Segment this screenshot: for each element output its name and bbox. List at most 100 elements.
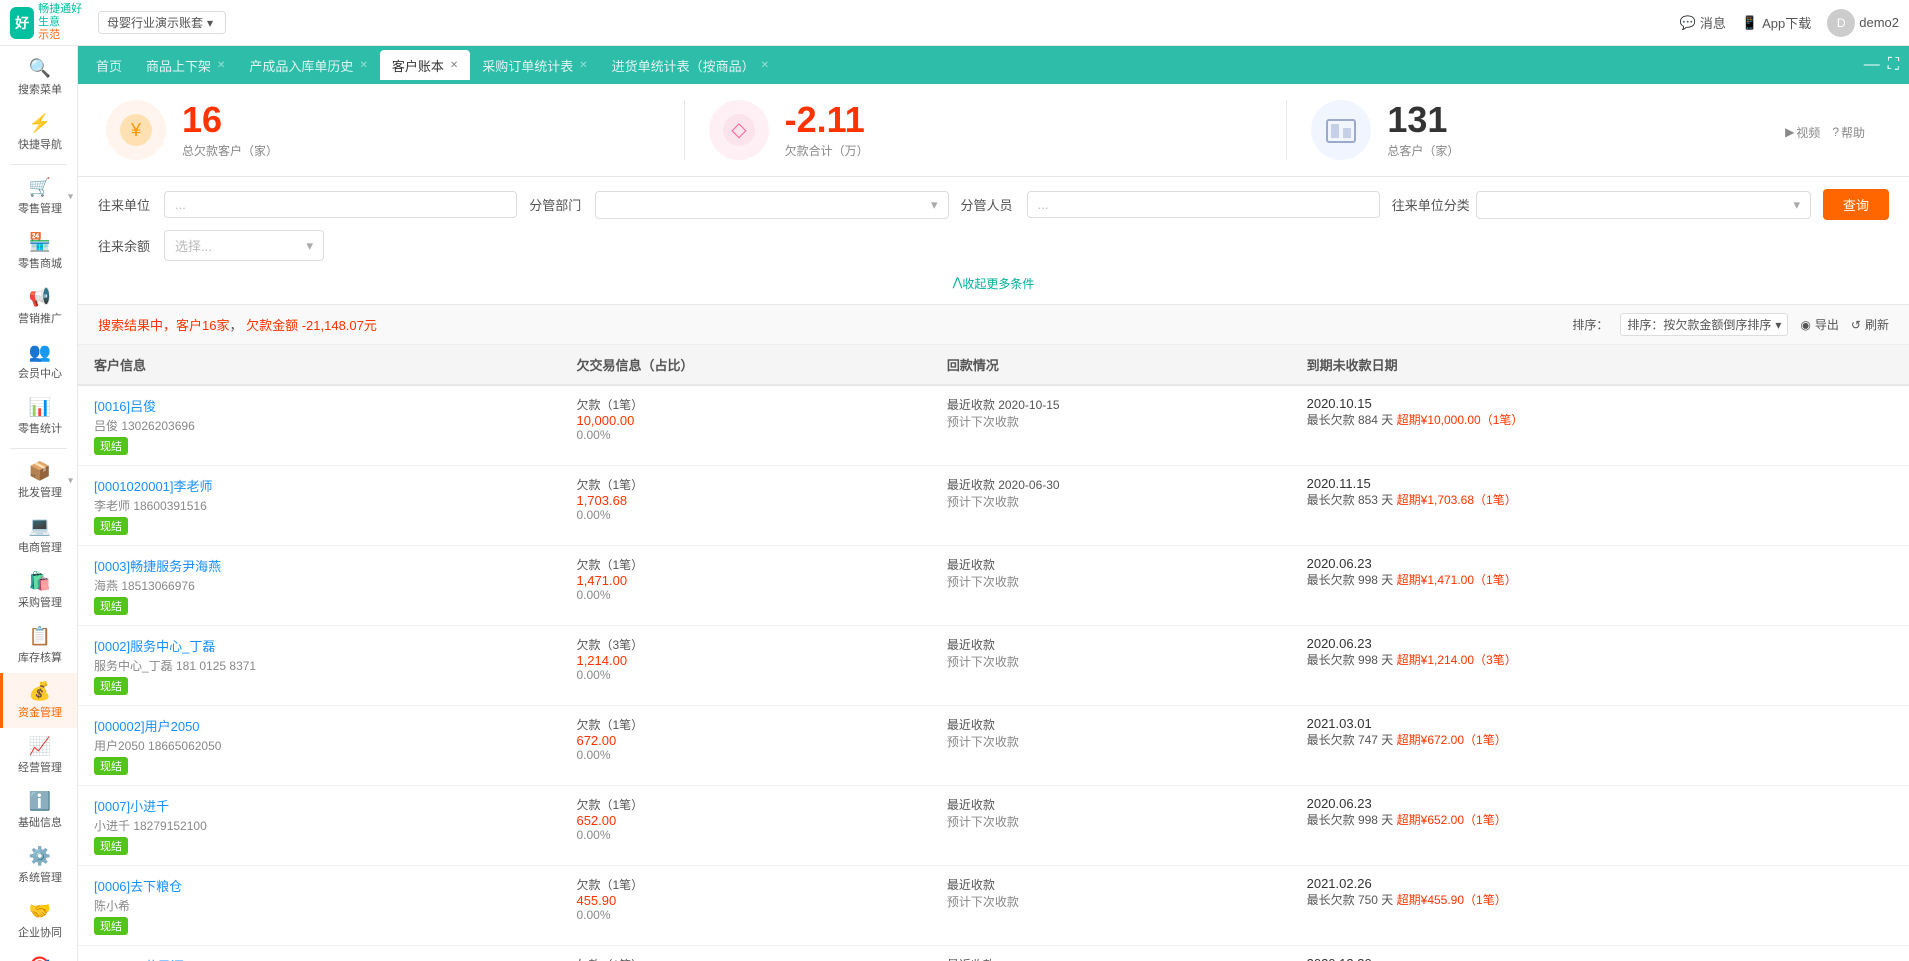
svg-text:◇: ◇ bbox=[731, 119, 747, 141]
sort-arrow-icon: ▾ bbox=[1775, 318, 1781, 332]
debt-percent-5: 0.00% bbox=[576, 828, 914, 842]
overdue-amount-0[interactable]: 超期¥10,000.00（1笔） bbox=[1397, 413, 1524, 427]
sort-select[interactable]: 排序：按欠款金额倒序排序 ▾ bbox=[1620, 313, 1788, 336]
chevron-down-icon: ▾ bbox=[207, 16, 213, 30]
stat-value-wrap-total: 131 总客户（家） bbox=[1387, 102, 1459, 159]
search-button[interactable]: 查询 bbox=[1823, 189, 1889, 220]
sidebar-item-basic[interactable]: ℹ️ 基础信息 bbox=[0, 783, 77, 838]
table-header-row: 客户信息 欠交易信息（占比） 回款情况 到期未收款日期 bbox=[78, 345, 1909, 385]
tab-collapse-icon[interactable]: — bbox=[1864, 56, 1880, 74]
avatar: D bbox=[1827, 9, 1855, 37]
overdue-amount-5[interactable]: 超期¥652.00（1笔） bbox=[1397, 813, 1507, 827]
overdue-amount-6[interactable]: 超期¥455.90（1笔） bbox=[1397, 893, 1507, 907]
sidebar-item-retail-mgmt[interactable]: 🛒 零售管理 ▾ bbox=[0, 169, 77, 224]
due-date-5: 2020.06.23 bbox=[1307, 796, 1893, 811]
debt-amount-1: 1,703.68 bbox=[576, 493, 914, 508]
category-select[interactable]: ▾ bbox=[1476, 191, 1811, 219]
overdue-amount-3[interactable]: 超期¥1,214.00（3笔） bbox=[1397, 653, 1517, 667]
tab-home[interactable]: 首页 bbox=[84, 50, 134, 80]
customer-name-4[interactable]: [000002]用户2050 bbox=[94, 719, 200, 734]
tab-bar-actions: — ⛶ bbox=[1864, 56, 1903, 74]
customer-name-2[interactable]: [0003]畅捷服务尹海燕 bbox=[94, 559, 221, 574]
customer-name-3[interactable]: [0002]服务中心_丁磊 bbox=[94, 639, 215, 654]
help-action[interactable]: ? 帮助 bbox=[1832, 124, 1865, 141]
collapse-row[interactable]: ⋀ 收起更多条件 bbox=[98, 271, 1889, 292]
sort-label: 排序： bbox=[1572, 316, 1608, 333]
sidebar-item-marketing[interactable]: 📢 营销推广 bbox=[0, 279, 77, 334]
app-download-button[interactable]: 📱 App下载 bbox=[1742, 13, 1811, 32]
sidebar-item-operation[interactable]: 📈 经营管理 bbox=[0, 728, 77, 783]
sidebar-item-member[interactable]: 👥 会员中心 bbox=[0, 334, 77, 389]
customer-name-5[interactable]: [0007]小进千 bbox=[94, 799, 169, 814]
tab-expand-icon[interactable]: ⛶ bbox=[1888, 56, 1899, 74]
sidebar-item-ecommerce[interactable]: 💻 电商管理 bbox=[0, 508, 77, 563]
top-bar: 好 畅捷通好生意 示范 母婴行业演示账套 ▾ 💬 消息 📱 App下载 D de… bbox=[0, 0, 1909, 46]
export-button[interactable]: ◉ 导出 bbox=[1800, 316, 1839, 333]
user-profile[interactable]: D demo2 bbox=[1827, 9, 1899, 37]
tab-close-products[interactable]: ✕ bbox=[217, 60, 225, 71]
filter-person: 分管人员 ... bbox=[961, 191, 1380, 218]
sidebar-item-finance[interactable]: 💰 资金管理 bbox=[0, 673, 77, 728]
due-date-6: 2021.02.26 bbox=[1307, 876, 1893, 891]
source-unit-input[interactable]: ... bbox=[164, 191, 517, 218]
debt-amount-3: 1,214.00 bbox=[576, 653, 914, 668]
top-center: 母婴行业演示账套 ▾ bbox=[88, 11, 1680, 34]
balance-select[interactable]: 选择... ▾ bbox=[164, 230, 324, 261]
sidebar-item-inventory[interactable]: 📋 库存核算 bbox=[0, 618, 77, 673]
dept-select[interactable]: ▾ bbox=[595, 191, 948, 219]
cell-due-2: 2020.06.23 最长欠款 998 天 超期¥1,471.00（1笔） bbox=[1291, 546, 1909, 626]
last-collect-3: 最近收款 bbox=[947, 636, 1275, 653]
tab-close-import-stats[interactable]: ✕ bbox=[761, 60, 769, 71]
sidebar-item-quick-nav[interactable]: ⚡ 快捷导航 bbox=[0, 105, 77, 160]
debt-amount-0: 10,000.00 bbox=[576, 413, 914, 428]
owe-customers-label: 总欠款客户（家） bbox=[182, 142, 278, 159]
debt-amount-5: 652.00 bbox=[576, 813, 914, 828]
industry-selector[interactable]: 母婴行业演示账套 ▾ bbox=[98, 11, 226, 34]
message-button[interactable]: 💬 消息 bbox=[1680, 13, 1726, 32]
last-collect-0: 最近收款 2020-10-15 bbox=[947, 396, 1275, 413]
tab-products[interactable]: 商品上下架 ✕ bbox=[134, 50, 237, 80]
cell-collection-1: 最近收款 2020-06-30 预计下次收款 bbox=[931, 466, 1291, 546]
cell-customer-1: [0001020001]李老师 李老师 18600391516 现结 bbox=[78, 466, 560, 546]
customer-badge-6: 现结 bbox=[94, 917, 128, 935]
overdue-amount-2[interactable]: 超期¥1,471.00（1笔） bbox=[1397, 573, 1517, 587]
overdue-amount-4[interactable]: 超期¥672.00（1笔） bbox=[1397, 733, 1507, 747]
overdue-info-3: 最长欠款 998 天 超期¥1,214.00（3笔） bbox=[1307, 651, 1893, 668]
sidebar-item-enterprise[interactable]: 🤝 企业协同 bbox=[0, 893, 77, 948]
cell-debt-4: 欠款（1笔） 672.00 0.00% bbox=[560, 706, 930, 786]
sidebar-item-newbie[interactable]: 🎯 新手引导 bbox=[0, 948, 77, 961]
table-row: [0002]服务中心_丁磊 服务中心_丁磊 181 0125 8371 现结 欠… bbox=[78, 626, 1909, 706]
tab-purchase-order[interactable]: 采购订单统计表 ✕ bbox=[470, 50, 599, 80]
overdue-info-4: 最长欠款 747 天 超期¥672.00（1笔） bbox=[1307, 731, 1893, 748]
sidebar-item-system[interactable]: ⚙️ 系统管理 bbox=[0, 838, 77, 893]
logo-text: 畅捷通好生意 示范 bbox=[38, 3, 88, 43]
overdue-days-1: 最长欠款 853 天 bbox=[1307, 493, 1397, 507]
overdue-days-2: 最长欠款 998 天 bbox=[1307, 573, 1397, 587]
tab-close-customer-account[interactable]: ✕ bbox=[450, 60, 458, 71]
tab-customer-account[interactable]: 客户账本 ✕ bbox=[380, 50, 470, 80]
tab-import-stats[interactable]: 进货单统计表（按商品） ✕ bbox=[600, 50, 781, 80]
cell-customer-2: [0003]畅捷服务尹海燕 海燕 18513066976 现结 bbox=[78, 546, 560, 626]
sidebar-item-retail-mall[interactable]: 🏪 零售商城 bbox=[0, 224, 77, 279]
collapse-icon: ⋀ bbox=[953, 275, 963, 292]
sidebar-item-search[interactable]: 🔍 搜索菜单 bbox=[0, 50, 77, 105]
video-action[interactable]: ▶ 视频 bbox=[1785, 124, 1820, 141]
sidebar-item-purchase[interactable]: 🛍️ 采购管理 bbox=[0, 563, 77, 618]
due-date-3: 2020.06.23 bbox=[1307, 636, 1893, 651]
person-input[interactable]: ... bbox=[1027, 191, 1380, 218]
cell-collection-5: 最近收款 预计下次收款 bbox=[931, 786, 1291, 866]
sidebar-item-batch-mgmt[interactable]: 📦 批发管理 ▾ bbox=[0, 453, 77, 508]
refresh-button[interactable]: ↺ 刷新 bbox=[1851, 316, 1889, 333]
customer-name-0[interactable]: [0016]吕俊 bbox=[94, 399, 156, 414]
customer-name-1[interactable]: [0001020001]李老师 bbox=[94, 479, 213, 494]
col-collection: 回款情况 bbox=[931, 345, 1291, 385]
sidebar-item-retail-stats[interactable]: 📊 零售统计 bbox=[0, 389, 77, 444]
cell-due-3: 2020.06.23 最长欠款 998 天 超期¥1,214.00（3笔） bbox=[1291, 626, 1909, 706]
customer-name-6[interactable]: [0006]去下粮仓 bbox=[94, 879, 182, 894]
tab-close-production[interactable]: ✕ bbox=[359, 60, 367, 71]
results-info: 搜索结果中，客户16家， 欠款金额 -21,148.07元 bbox=[98, 315, 377, 334]
tab-production[interactable]: 产成品入库单历史 ✕ bbox=[237, 50, 379, 80]
overdue-amount-1[interactable]: 超期¥1,703.68（1笔） bbox=[1397, 493, 1517, 507]
tab-close-purchase-order[interactable]: ✕ bbox=[579, 60, 587, 71]
tab-bar: 首页 商品上下架 ✕ 产成品入库单历史 ✕ 客户账本 ✕ 采购订单统计表 ✕ 进… bbox=[78, 46, 1909, 84]
